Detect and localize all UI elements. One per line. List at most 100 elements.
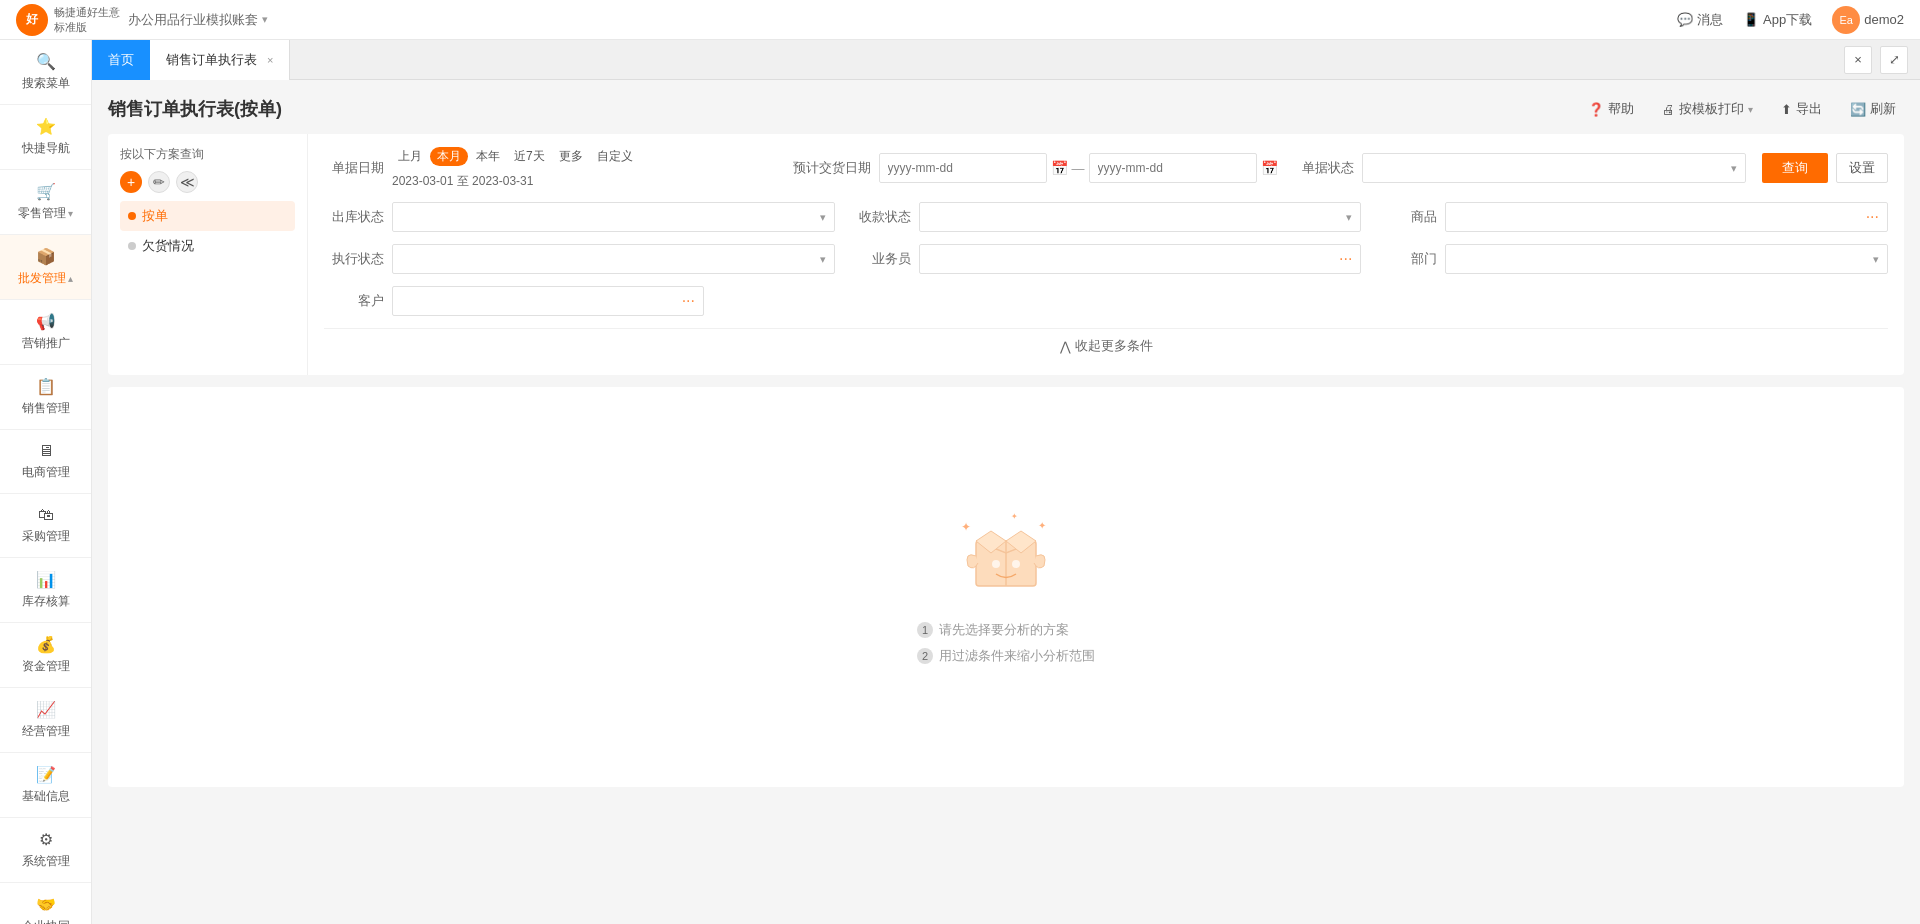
bill-status-select[interactable]: ▾ [1362,153,1747,183]
empty-illustration: ✦ ✦ ✦ [956,501,1056,601]
edit-scheme-button[interactable]: ✏ [148,171,170,193]
department-select[interactable]: ▾ [1445,244,1888,274]
payment-status-select[interactable]: ▾ [919,202,1362,232]
tab-close-icon[interactable]: × [267,54,273,66]
salesperson-more-icon[interactable]: ··· [1339,250,1352,268]
sidebar-item-system[interactable]: ⚙ 系统管理 [0,818,91,883]
sidebar-item-ecom[interactable]: 🖥 电商管理 [0,430,91,494]
page-content: 销售订单执行表(按单) ❓ 帮助 🖨 按模板打印 ▾ ⬆ 导出 [92,80,1920,924]
svg-text:✦: ✦ [1038,520,1046,531]
inventory-icon: 📊 [36,570,56,589]
filter-field-payment-status: 收款状态 ▾ [851,202,1362,232]
filter-field-date: 单据日期 上月 本月 本年 近7天 更多 自定义 [324,146,777,190]
delivery-status-dropdown-icon: ▾ [820,211,826,224]
department-label: 部门 [1377,250,1437,268]
customer-select[interactable]: ··· [392,286,704,316]
date-tab-custom[interactable]: 自定义 [591,146,639,167]
collapse-filter-button[interactable]: ⋀ 收起更多条件 [324,328,1888,363]
sidebar-item-sales[interactable]: 📋 销售管理 [0,365,91,430]
ecom-icon: 🖥 [38,442,54,460]
calendar-icon-to[interactable]: 📅 [1261,160,1278,176]
sidebar-item-quick-nav[interactable]: ⭐ 快捷导航 [0,105,91,170]
bill-status-label: 单据状态 [1294,159,1354,177]
sidebar-item-purchase[interactable]: 🛍 采购管理 [0,494,91,558]
product-more-icon[interactable]: ··· [1866,208,1879,226]
exec-status-dropdown-icon: ▾ [820,253,826,266]
scheme-item-by-order[interactable]: 按单 [120,201,295,231]
exec-status-label: 执行状态 [324,250,384,268]
main-layout: 🔍 搜索菜单 ⭐ 快捷导航 🛒 零售管理 ▾ 📦 批发管理 ▴ 📢 营销推广 [0,40,1920,924]
close-window-button[interactable]: × [1844,46,1872,74]
delivery-status-select[interactable]: ▾ [392,202,835,232]
settings-button[interactable]: 设置 [1836,153,1888,183]
bill-status-dropdown-icon: ▾ [1731,162,1737,175]
customer-more-icon[interactable]: ··· [682,292,695,310]
filter-scheme-actions: + ✏ ≪ [120,171,295,193]
salesperson-label: 业务员 [851,250,911,268]
sidebar-item-marketing[interactable]: 📢 营销推广 [0,300,91,365]
scheme-item-backorder[interactable]: 欠货情况 [120,231,295,261]
svg-text:✦: ✦ [1011,512,1018,521]
print-dropdown-icon[interactable]: ▾ [1748,104,1753,115]
app-download-btn[interactable]: 📱 App下载 [1743,11,1812,29]
date-label: 单据日期 [324,159,384,177]
payment-status-dropdown-icon: ▾ [1346,211,1352,224]
filter-field-exec-status: 执行状态 ▾ [324,244,835,274]
export-button[interactable]: ⬆ 导出 [1773,96,1830,122]
svg-point-3 [1012,560,1020,568]
expected-date-label: 预计交货日期 [793,159,871,177]
expected-date-to-input[interactable] [1089,153,1257,183]
sidebar-item-inventory[interactable]: 📊 库存核算 [0,558,91,623]
date-tab-last-month[interactable]: 上月 [392,146,428,167]
salesperson-select[interactable]: ··· [919,244,1362,274]
message-btn[interactable]: 💬 消息 [1677,11,1723,29]
collapse-icon: ⋀ [1060,339,1071,354]
date-tab-7days[interactable]: 近7天 [508,146,551,167]
collapse-scheme-button[interactable]: ≪ [176,171,198,193]
date-tabs: 上月 本月 本年 近7天 更多 自定义 [392,146,777,167]
maximize-button[interactable]: ⤢ [1880,46,1908,74]
sidebar-item-retail[interactable]: 🛒 零售管理 ▾ [0,170,91,235]
user-profile[interactable]: Ea demo2 [1832,6,1904,34]
filter-field-salesperson: 业务员 ··· [851,244,1362,274]
query-button[interactable]: 查询 [1762,153,1828,183]
sidebar-item-wholesale[interactable]: 📦 批发管理 ▴ [0,235,91,300]
sidebar-item-operation[interactable]: 📈 经营管理 [0,688,91,753]
tab-bar: 首页 销售订单执行表 × × ⤢ [92,40,1920,80]
filter-fields-panel: 单据日期 上月 本月 本年 近7天 更多 自定义 [308,134,1904,375]
breadcrumb[interactable]: 办公用品行业模拟账套 ▾ [128,11,268,29]
product-select[interactable]: ··· [1445,202,1888,232]
date-tab-this-year[interactable]: 本年 [470,146,506,167]
help-icon: ❓ [1588,102,1604,117]
filter-scheme-title: 按以下方案查询 [120,146,295,163]
breadcrumb-chevron-icon[interactable]: ▾ [262,13,268,26]
date-range-display: 2023-03-01 至 2023-03-31 [392,173,777,190]
chevron-down-icon: ▾ [68,208,73,219]
print-button[interactable]: 🖨 按模板打印 ▾ [1654,96,1761,122]
scheme-dot-gray-icon [128,242,136,250]
refresh-button[interactable]: 🔄 刷新 [1842,96,1904,122]
date-tab-this-month[interactable]: 本月 [430,147,468,166]
date-tab-more[interactable]: 更多 [553,146,589,167]
print-icon: 🖨 [1662,102,1675,117]
exec-status-select[interactable]: ▾ [392,244,835,274]
filter-row-3: 执行状态 ▾ 业务员 ··· [324,244,1888,274]
tab-sales-order[interactable]: 销售订单执行表 × [150,40,290,80]
expected-date-from-input[interactable] [879,153,1047,183]
sidebar-item-finance[interactable]: 💰 资金管理 [0,623,91,688]
sidebar-item-search[interactable]: 🔍 搜索菜单 [0,40,91,105]
page-title-bar: 销售订单执行表(按单) ❓ 帮助 🖨 按模板打印 ▾ ⬆ 导出 [108,96,1904,122]
star-icon: ⭐ [36,117,56,136]
top-bar: 好 畅捷通好生意 标准版 办公用品行业模拟账套 ▾ 💬 消息 📱 App下载 E… [0,0,1920,40]
calendar-icon-from[interactable]: 📅 [1051,160,1068,176]
basic-icon: 📝 [36,765,56,784]
logo-icon: 好 [16,4,48,36]
add-scheme-button[interactable]: + [120,171,142,193]
svg-text:✦: ✦ [961,520,971,534]
help-button[interactable]: ❓ 帮助 [1580,96,1642,122]
tab-home[interactable]: 首页 [92,40,150,80]
product-label: 商品 [1377,208,1437,226]
sidebar-item-collab[interactable]: 🤝 企业协同 [0,883,91,924]
sidebar-item-basic[interactable]: 📝 基础信息 [0,753,91,818]
filter-field-delivery-status: 出库状态 ▾ [324,202,835,232]
